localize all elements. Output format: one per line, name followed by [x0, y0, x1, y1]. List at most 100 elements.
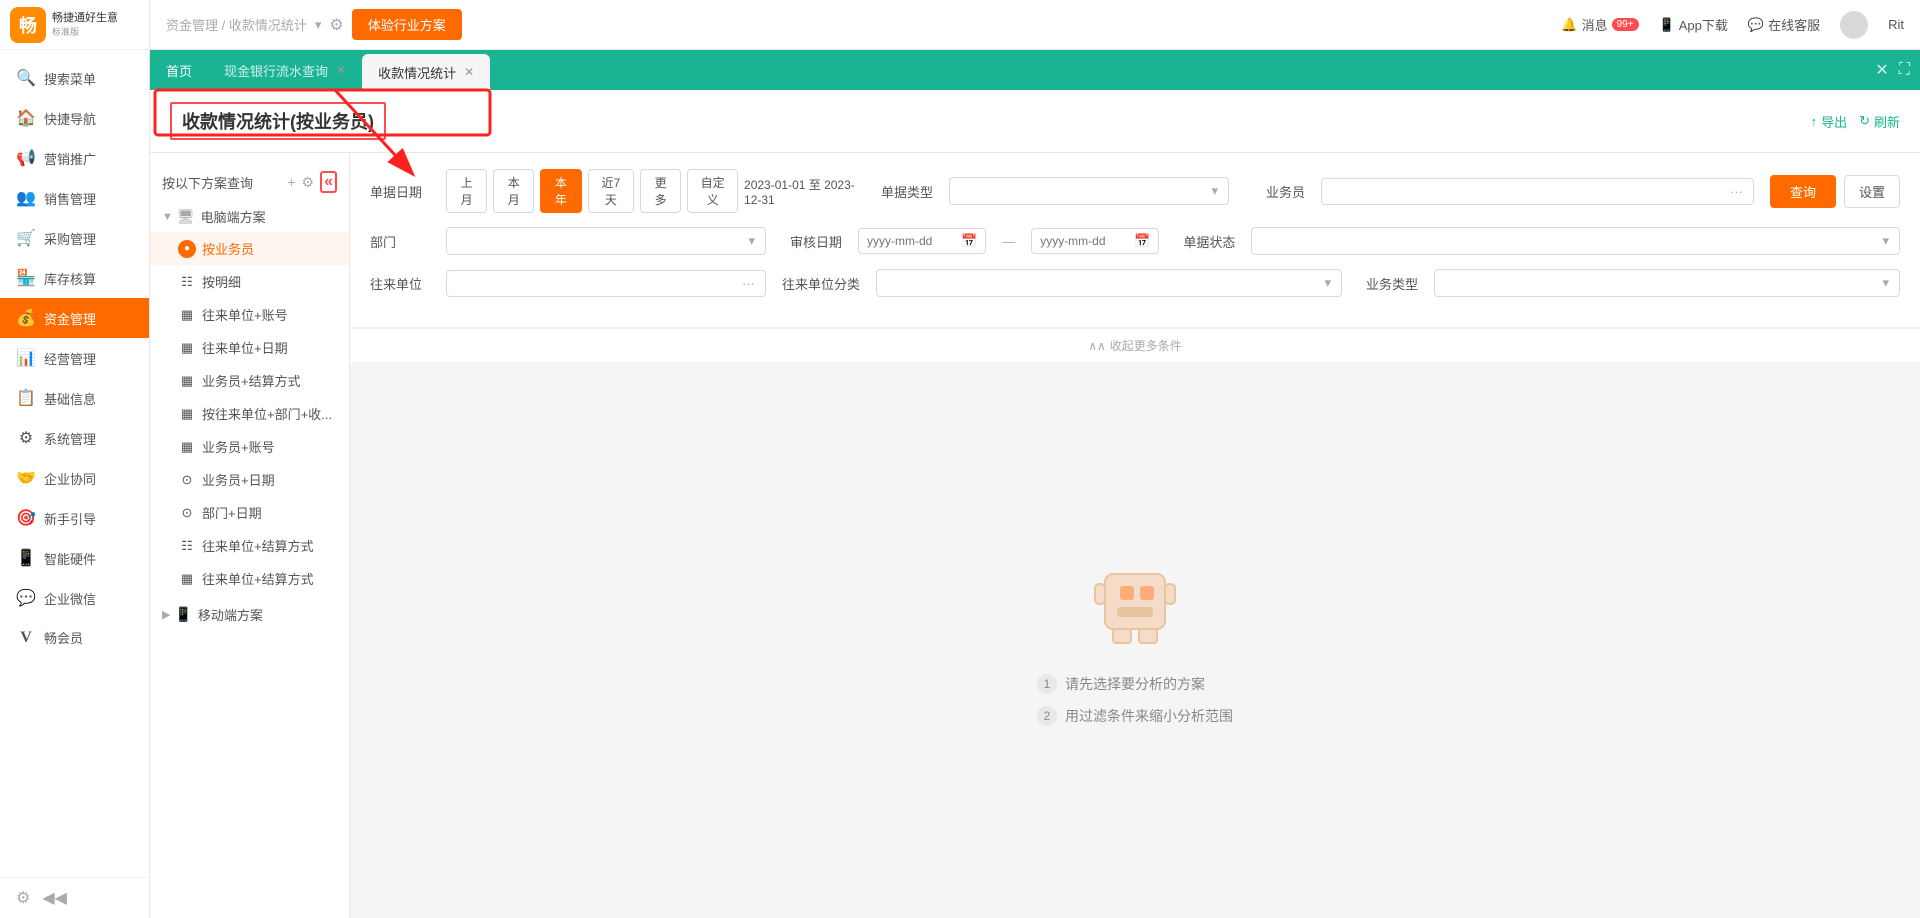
tree-item-label: 部门+日期 [202, 503, 262, 522]
tree-item-by-salesperson[interactable]: ● 按业务员 [150, 232, 349, 265]
target-icon: 🎯 [16, 508, 36, 528]
notification-btn[interactable]: 🔔 消息 99+ [1561, 15, 1638, 34]
settings-btn[interactable]: 设置 [1844, 175, 1900, 208]
tree-item-salesperson-settlement[interactable]: ▦ 业务员+结算方式 [150, 364, 349, 397]
online-service-btn[interactable]: 💬 在线客服 [1748, 15, 1820, 34]
tab-bar: 首页 现金银行流水查询 ✕ 收款情况统计 ✕ ✕ ⛶ [150, 50, 1920, 90]
tab-receipt-stats-close-icon[interactable]: ✕ [464, 65, 474, 79]
tab-bank-flow-close-icon[interactable]: ✕ [336, 63, 346, 77]
trial-btn[interactable]: 体验行业方案 [352, 9, 462, 40]
right-filter-panel: 单据日期 上月 本月 本年 近7天 更多 自定义 2023-01-01 至 20… [350, 153, 1920, 918]
sidebar-item-finance[interactable]: 💰 资金管理 [0, 298, 149, 338]
desktop-section-label: 电脑端方案 [201, 207, 266, 226]
sidebar-item-label: 企业微信 [44, 589, 96, 608]
logo-area: 畅 畅捷通好生意 标准版 [0, 0, 149, 50]
wechat-icon: 💬 [16, 588, 36, 608]
tab-bank-flow[interactable]: 现金银行流水查询 ✕ [208, 50, 362, 90]
user-name: Rit [1888, 17, 1904, 32]
tab-maximize-icon[interactable]: ⛶ [1899, 61, 1910, 79]
sidebar-item-sales[interactable]: 👥 销售管理 [0, 178, 149, 218]
filter-row-dept: 部门 ▾ 审核日期 📅 — [370, 227, 1900, 255]
sidebar-item-purchase[interactable]: 🛒 采购管理 [0, 218, 149, 258]
calendar-icon[interactable]: 📅 [961, 233, 977, 249]
desktop-section-arrow-icon: ▼ [162, 211, 173, 223]
doc-status-select[interactable]: ▾ [1251, 227, 1900, 255]
review-date-from-input[interactable]: 📅 [858, 228, 986, 254]
tree-item-salesperson-date[interactable]: ⊙ 业务员+日期 [150, 463, 349, 496]
sidebar-item-guide[interactable]: 🎯 新手引导 [0, 498, 149, 538]
tab-close-all-icon[interactable]: ✕ [1875, 60, 1888, 80]
salesperson-select[interactable]: ··· [1321, 178, 1754, 205]
bottom-settings-icon[interactable]: ⚙ [16, 888, 30, 908]
partner-more-icon[interactable]: ··· [742, 276, 755, 291]
sidebar-item-basic-info[interactable]: 📋 基础信息 [0, 378, 149, 418]
tree-section-mobile-header[interactable]: ▶ 📱 移动端方案 [150, 599, 349, 630]
biz-type-select[interactable]: ▾ [1434, 269, 1900, 297]
tree-item-by-detail[interactable]: ☷ 按明细 [150, 265, 349, 298]
panel-collapse-icon[interactable]: « [320, 171, 337, 193]
step-1-num: 1 [1037, 674, 1057, 694]
sidebar-item-enterprise[interactable]: 🤝 企业协同 [0, 458, 149, 498]
date-btn-last-7days[interactable]: 近7天 [588, 169, 635, 213]
doc-type-select[interactable]: ▾ [949, 177, 1229, 205]
date-btn-more[interactable]: 更多 [640, 169, 681, 213]
calendar2-icon[interactable]: 📅 [1134, 233, 1150, 249]
desktop-icon: 🖥 [177, 208, 195, 225]
export-btn[interactable]: ↑ 导出 [1811, 112, 1848, 131]
sidebar-item-wechat[interactable]: 💬 企业微信 [0, 578, 149, 618]
collapse-bar[interactable]: ∧∧ 收起更多条件 [350, 328, 1920, 362]
review-date-to-field[interactable] [1040, 234, 1130, 248]
tree-item-label: 按业务员 [202, 239, 254, 258]
date-btn-this-year[interactable]: 本年 [540, 169, 581, 213]
refresh-btn[interactable]: ↻ 刷新 [1859, 112, 1900, 131]
panel-add-icon[interactable]: + [287, 174, 295, 190]
tree-item-partner-settlement2[interactable]: ▦ 往来单位+结算方式 [150, 562, 349, 595]
bottom-collapse-icon[interactable]: ◀◀ [42, 888, 67, 908]
app-download-label: App下载 [1679, 15, 1728, 34]
salesperson-dropdown-icon: ··· [1730, 184, 1743, 199]
tree-item-label: 业务员+结算方式 [202, 371, 301, 390]
breadcrumb-dropdown-icon[interactable]: ▾ [315, 17, 322, 33]
dept-select[interactable]: ▾ [446, 227, 766, 255]
sidebar-item-quick-nav[interactable]: 🏠 快捷导航 [0, 98, 149, 138]
tab-home[interactable]: 首页 [150, 50, 208, 90]
grid3-icon: ▦ [178, 571, 196, 587]
query-btn[interactable]: 查询 [1770, 175, 1836, 208]
sidebar-item-warehouse[interactable]: 🏪 库存核算 [0, 258, 149, 298]
tree-item-partner-date[interactable]: ▦ 往来单位+日期 [150, 331, 349, 364]
user-avatar[interactable] [1840, 11, 1868, 39]
sidebar-item-marketing[interactable]: 📢 营销推广 [0, 138, 149, 178]
tab-receipt-stats[interactable]: 收款情况统计 ✕ [362, 54, 490, 90]
header-settings-icon[interactable]: ⚙ [329, 15, 343, 35]
review-date-label: 审核日期 [782, 232, 842, 251]
step-2-num: 2 [1037, 706, 1057, 726]
tree-section-desktop-header[interactable]: ▼ 🖥 电脑端方案 [150, 201, 349, 232]
app-download-btn[interactable]: 📱 App下载 [1659, 15, 1728, 34]
date-separator: — [1002, 234, 1015, 249]
partner-select[interactable]: ··· [446, 270, 766, 297]
tree-item-partner-settlement1[interactable]: ☷ 往来单位+结算方式 [150, 529, 349, 562]
tree-section-desktop: ▼ 🖥 电脑端方案 ● 按业务员 ☷ 按明细 [150, 201, 349, 595]
tree-item-partner-dept[interactable]: ▦ 按往来单位+部门+收... [150, 397, 349, 430]
sidebar-item-vip[interactable]: V 畅会员 [0, 618, 149, 657]
review-date-from-field[interactable] [867, 234, 957, 248]
date-btn-custom[interactable]: 自定义 [687, 169, 738, 213]
date-btn-this-month[interactable]: 本月 [493, 169, 534, 213]
biz-type-dropdown-icon: ▾ [1882, 275, 1889, 291]
panel-settings-icon[interactable]: ⚙ [302, 174, 315, 191]
sidebar-item-system[interactable]: ⚙ 系统管理 [0, 418, 149, 458]
panel-header: 按以下方案查询 + ⚙ « [150, 163, 349, 201]
review-date-to-input[interactable]: 📅 [1031, 228, 1159, 254]
sidebar-item-search[interactable]: 🔍 搜索菜单 [0, 58, 149, 98]
sidebar-item-operations[interactable]: 📊 经营管理 [0, 338, 149, 378]
tree-item-dept-date[interactable]: ⊙ 部门+日期 [150, 496, 349, 529]
tree-item-salesperson-account[interactable]: ▦ 业务员+账号 [150, 430, 349, 463]
detail-icon: ☷ [178, 274, 196, 290]
sidebar-item-smart-hw[interactable]: 📱 智能硬件 [0, 538, 149, 578]
checkbox-icon: ▦ [178, 439, 196, 455]
partner-type-select[interactable]: ▾ [876, 269, 1342, 297]
date-btn-last-month[interactable]: 上月 [446, 169, 487, 213]
filter-action-btns: 查询 设置 [1770, 175, 1900, 208]
vip-icon: V [16, 629, 36, 647]
tree-item-partner-account[interactable]: ▦ 往来单位+账号 [150, 298, 349, 331]
